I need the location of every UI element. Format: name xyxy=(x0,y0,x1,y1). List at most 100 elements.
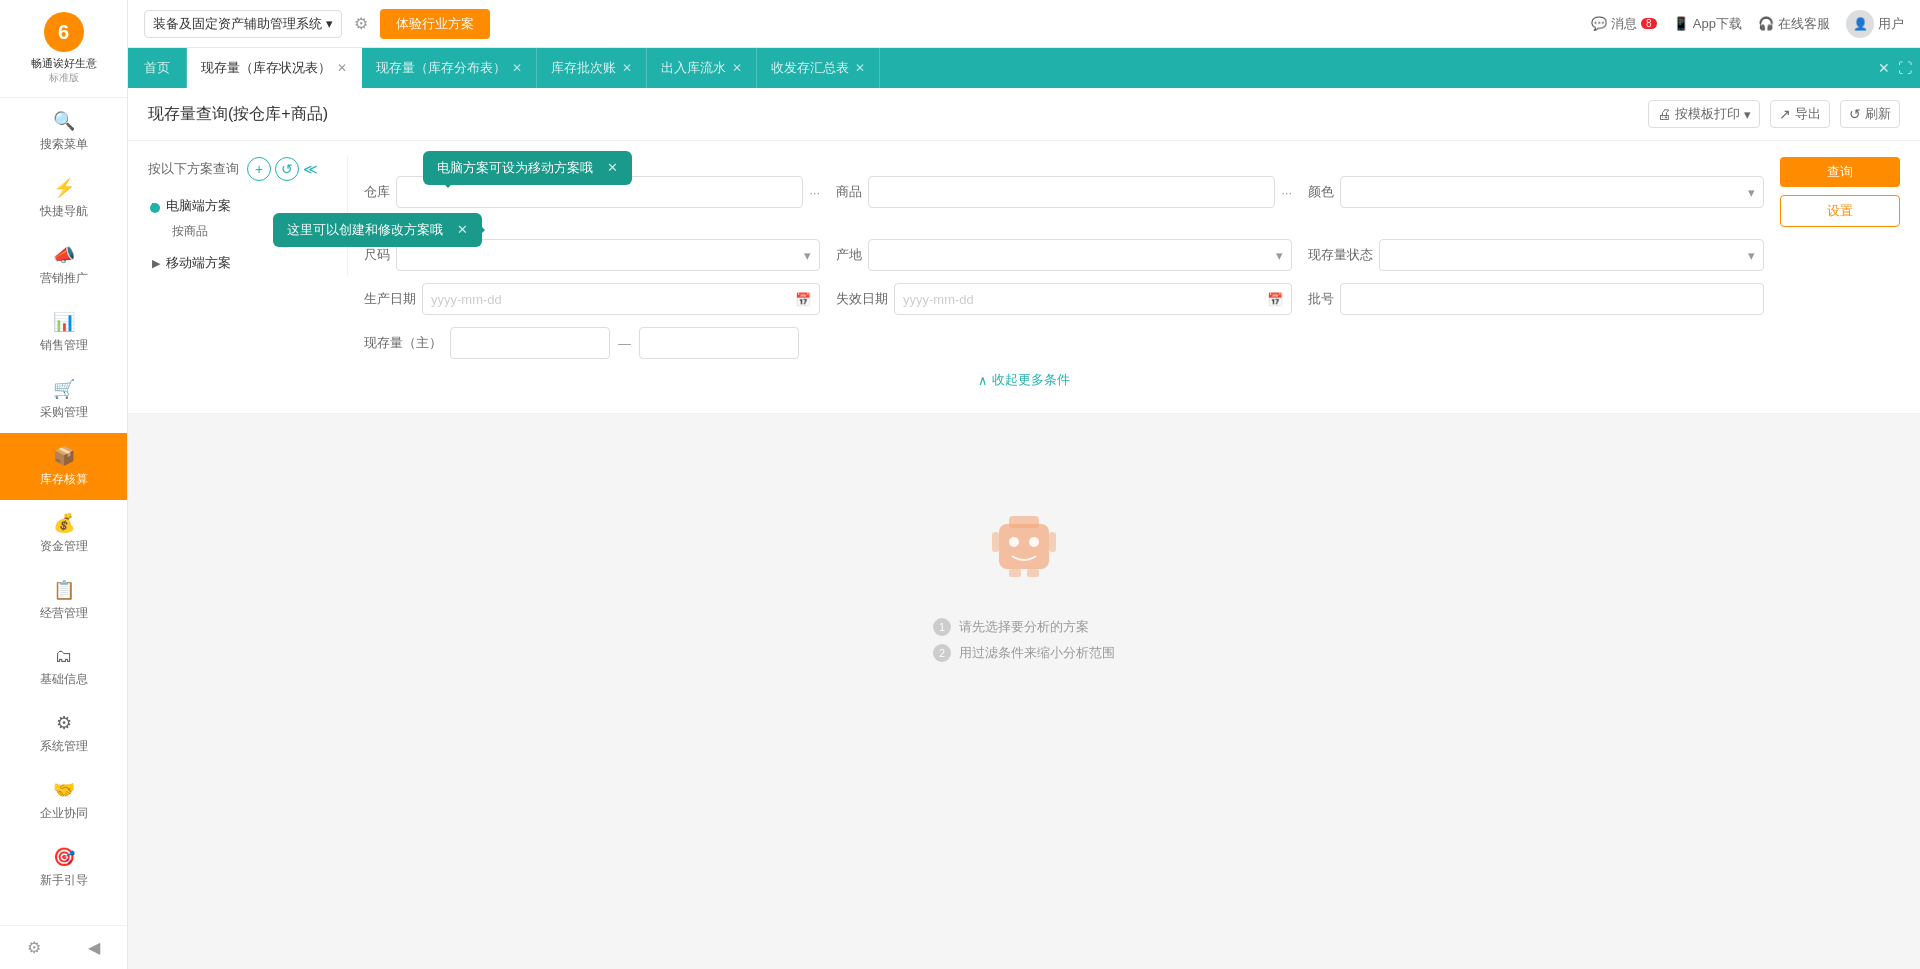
svg-point-3 xyxy=(1029,537,1039,547)
print-btn[interactable]: 🖨 按模板打印 ▾ xyxy=(1648,100,1760,128)
tab-summary-label: 收发存汇总表 xyxy=(771,59,849,77)
sidebar-item-search[interactable]: 🔍 搜索菜单 xyxy=(0,98,127,165)
sidebar-logo: 6 畅通诶好生意 标准版 xyxy=(0,0,127,98)
sidebar-bottom: ⚙ ◀ xyxy=(0,925,127,969)
tooltip-scheme-close[interactable]: ✕ xyxy=(607,160,618,175)
logo-icon: 6 xyxy=(44,12,84,52)
trial-btn[interactable]: 体验行业方案 xyxy=(380,9,490,39)
goods-input[interactable] xyxy=(868,176,1275,208)
sidebar-item-finance[interactable]: 💰 资金管理 xyxy=(0,500,127,567)
sidebar-item-finance-label: 资金管理 xyxy=(40,538,88,555)
tab-batch[interactable]: 库存批次账 ✕ xyxy=(537,48,647,88)
messages-badge: 8 xyxy=(1641,18,1657,29)
tooltip-scheme: 电脑方案可设为移动方案哦 ✕ xyxy=(423,151,632,185)
color-label: 颜色 xyxy=(1308,183,1334,201)
tab-summary[interactable]: 收发存汇总表 ✕ xyxy=(757,48,880,88)
sidebar-item-inventory[interactable]: 📦 库存核算 xyxy=(0,433,127,500)
tab-summary-close[interactable]: ✕ xyxy=(855,61,865,75)
svg-rect-1 xyxy=(1009,516,1039,528)
refresh-scheme-btn[interactable]: ↺ xyxy=(275,157,299,181)
add-scheme-btn[interactable]: + xyxy=(247,157,271,181)
tab-inventory-dist[interactable]: 现存量（库存分布表） ✕ xyxy=(362,48,537,88)
main-area: 装备及固定资产辅助管理系统 ▾ ⚙ 体验行业方案 💬 消息 8 📱 App下载 … xyxy=(128,0,1920,969)
tab-inventory-status-close[interactable]: ✕ xyxy=(337,61,347,75)
message-icon: 💬 xyxy=(1591,16,1607,31)
batch-input[interactable] xyxy=(1340,283,1764,315)
svg-rect-5 xyxy=(1049,532,1056,552)
sidebar-item-enterprise-label: 企业协同 xyxy=(40,805,88,822)
tab-inout-close[interactable]: ✕ xyxy=(732,61,742,75)
stock-qty-min-input[interactable] xyxy=(450,327,610,359)
color-select[interactable]: ▾ xyxy=(1340,176,1764,208)
scheme-desktop-label: 电脑端方案 xyxy=(166,197,231,215)
search-icon: 🔍 xyxy=(53,110,75,132)
sales-icon: 📊 xyxy=(53,311,75,333)
refresh-btn[interactable]: ↺ 刷新 xyxy=(1840,100,1900,128)
expiry-date-label: 失效日期 xyxy=(836,290,888,308)
close-all-tabs-btn[interactable]: ✕ xyxy=(1878,60,1890,76)
search-btn[interactable]: 查询 xyxy=(1780,157,1900,187)
sidebar-item-purchase[interactable]: 🛒 采购管理 xyxy=(0,366,127,433)
empty-tips: 1 请先选择要分析的方案 2 用过滤条件来缩小分析范围 xyxy=(933,614,1115,666)
logo-badge: 标准版 xyxy=(49,71,79,85)
header-right: 💬 消息 8 📱 App下载 🎧 在线客服 👤 用户 xyxy=(1591,10,1904,38)
sidebar-item-system[interactable]: ⚙ 系统管理 xyxy=(0,700,127,767)
tab-inventory-dist-close[interactable]: ✕ xyxy=(512,61,522,75)
collapse-chevron-icon: ∧ xyxy=(978,373,988,388)
tab-inventory-status[interactable]: 现存量（库存状况表） ✕ xyxy=(187,48,362,88)
refresh-label: 刷新 xyxy=(1865,105,1891,123)
service-label: 在线客服 xyxy=(1778,15,1830,33)
tabs-bar: 首页 现存量（库存状况表） ✕ 现存量（库存分布表） ✕ 库存批次账 ✕ 出入库… xyxy=(128,48,1920,88)
logo-text: 畅通诶好生意 xyxy=(31,56,97,71)
tooltip-create-close[interactable]: ✕ xyxy=(457,222,468,237)
settings-bottom-btn[interactable]: ⚙ xyxy=(27,938,41,957)
sidebar-item-enterprise[interactable]: 🤝 企业协同 xyxy=(0,767,127,834)
tab-home-label: 首页 xyxy=(144,59,170,77)
sidebar-item-sales[interactable]: 📊 销售管理 xyxy=(0,299,127,366)
expiry-date-placeholder: yyyy-mm-dd xyxy=(903,292,974,307)
export-btn[interactable]: ↗ 导出 xyxy=(1770,100,1830,128)
scheme-back-btn[interactable]: ≪ xyxy=(303,161,318,177)
expiry-date-input[interactable]: yyyy-mm-dd 📅 xyxy=(894,283,1292,315)
collapse-more-btn[interactable]: ∧ 收起更多条件 xyxy=(148,363,1900,397)
scheme-mobile-arrow: ▶ xyxy=(152,257,160,270)
scheme-mobile[interactable]: ▶ 移动端方案 xyxy=(152,250,335,276)
sidebar-item-marketing[interactable]: 📣 营销推广 xyxy=(0,232,127,299)
app-download-label: App下载 xyxy=(1693,15,1742,33)
sidebar-item-guide[interactable]: 🎯 新手引导 xyxy=(0,834,127,901)
goods-dots[interactable]: ··· xyxy=(1281,185,1292,200)
goods-label: 商品 xyxy=(836,183,862,201)
collapse-sidebar-btn[interactable]: ◀ xyxy=(88,938,100,957)
production-date-input[interactable]: yyyy-mm-dd 📅 xyxy=(422,283,820,315)
warehouse-dots[interactable]: ··· xyxy=(809,185,820,200)
sidebar-item-purchase-label: 采购管理 xyxy=(40,404,88,421)
sidebar-item-quick-label: 快捷导航 xyxy=(40,203,88,220)
origin-label: 产地 xyxy=(836,246,862,264)
app-download-btn[interactable]: 📱 App下载 xyxy=(1673,15,1742,33)
header-gear-icon[interactable]: ⚙ xyxy=(354,14,368,33)
sidebar-item-operation[interactable]: 📋 经营管理 xyxy=(0,567,127,634)
tab-inout[interactable]: 出入库流水 ✕ xyxy=(647,48,757,88)
sidebar-item-basic[interactable]: 🗂 基础信息 xyxy=(0,634,127,700)
sys-name-selector[interactable]: 装备及固定资产辅助管理系统 ▾ xyxy=(144,10,342,38)
sidebar: 6 畅通诶好生意 标准版 🔍 搜索菜单 ⚡ 快捷导航 📣 营销推广 📊 销售管理… xyxy=(0,0,128,969)
stock-status-select[interactable]: ▾ xyxy=(1379,239,1764,271)
stock-qty-max-input[interactable] xyxy=(639,327,799,359)
messages-btn[interactable]: 💬 消息 8 xyxy=(1591,15,1657,33)
sidebar-item-quick[interactable]: ⚡ 快捷导航 xyxy=(0,165,127,232)
expand-tabs-btn[interactable]: ⛶ xyxy=(1898,60,1912,76)
sidebar-item-search-label: 搜索菜单 xyxy=(40,136,88,153)
tab-batch-label: 库存批次账 xyxy=(551,59,616,77)
user-btn[interactable]: 👤 用户 xyxy=(1846,10,1904,38)
tab-batch-close[interactable]: ✕ xyxy=(622,61,632,75)
page-title-bar: 现存量查询(按仓库+商品) 🖨 按模板打印 ▾ ↗ 导出 ↺ 刷新 xyxy=(128,88,1920,141)
tab-home[interactable]: 首页 xyxy=(128,48,187,88)
quick-icon: ⚡ xyxy=(53,177,75,199)
service-btn[interactable]: 🎧 在线客服 xyxy=(1758,15,1830,33)
empty-state: 1 请先选择要分析的方案 2 用过滤条件来缩小分析范围 xyxy=(128,414,1920,746)
origin-select[interactable]: ▾ xyxy=(868,239,1292,271)
sidebar-item-inventory-label: 库存核算 xyxy=(40,471,88,488)
reset-btn[interactable]: 设置 xyxy=(1780,195,1900,227)
headset-icon: 🎧 xyxy=(1758,16,1774,31)
user-avatar: 👤 xyxy=(1846,10,1874,38)
